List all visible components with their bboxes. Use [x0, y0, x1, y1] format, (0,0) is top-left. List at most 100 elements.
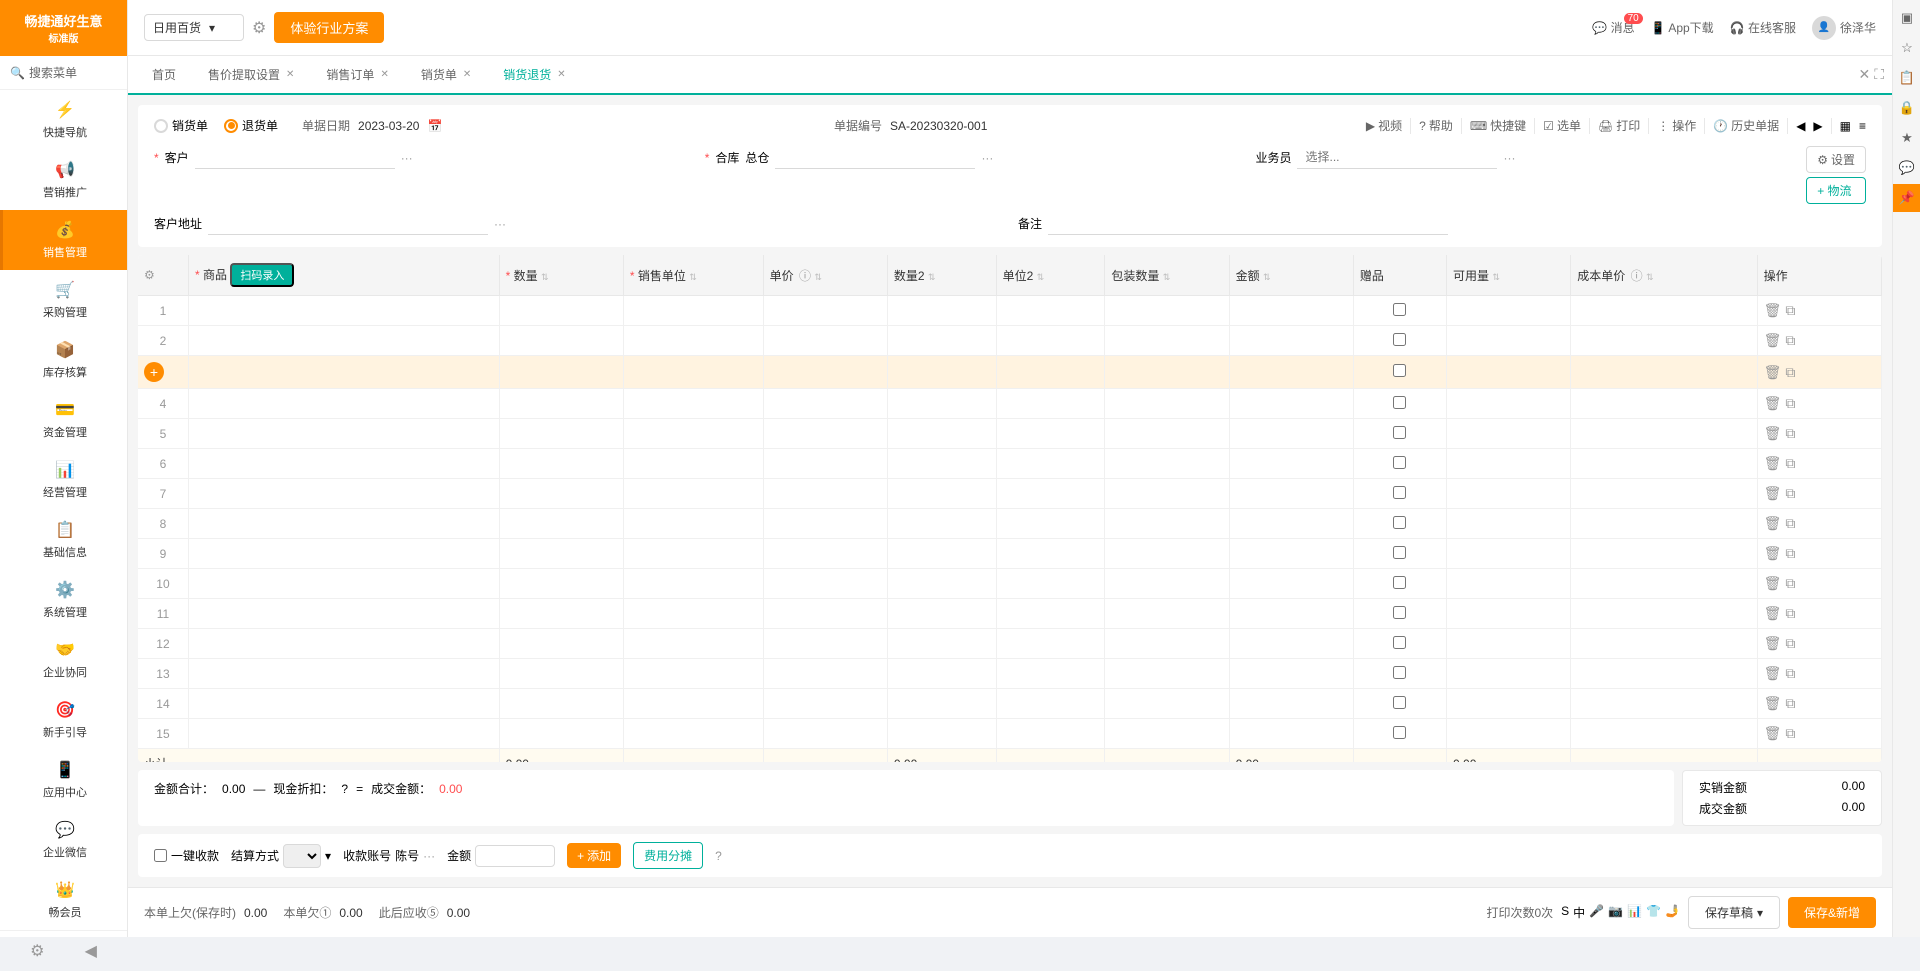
- taskbar-icon-5[interactable]: 📊: [1627, 904, 1642, 921]
- column-gear-icon[interactable]: ⚙: [144, 268, 155, 282]
- customer-select-btn[interactable]: ···: [401, 151, 413, 165]
- sidebar-search[interactable]: 🔍 搜索菜单: [0, 56, 127, 90]
- delete-btn-15[interactable]: 🗑: [1764, 725, 1782, 742]
- copy-btn-9[interactable]: ⧉: [1785, 545, 1795, 562]
- sidebar-item-marketing[interactable]: 📢 营销推广: [0, 150, 127, 210]
- copy-btn-6[interactable]: ⧉: [1785, 455, 1795, 472]
- next-record-icon[interactable]: ▶: [1813, 119, 1822, 133]
- sidebar-item-member[interactable]: 👑 畅会员: [0, 870, 127, 930]
- warehouse-select-btn[interactable]: ···: [981, 151, 993, 165]
- product-cell-3[interactable]: [188, 356, 499, 389]
- note-input[interactable]: [1048, 212, 1448, 235]
- product-cell-2[interactable]: [188, 326, 499, 356]
- industry-selector[interactable]: 日用百货 ▾: [144, 14, 244, 41]
- prev-record-icon[interactable]: ◀: [1796, 119, 1805, 133]
- method-select[interactable]: [283, 844, 321, 868]
- amount-sort-icon[interactable]: ⇅: [1263, 272, 1271, 282]
- sidebar-item-sales[interactable]: 💰 销售管理: [0, 210, 127, 270]
- tab-maximize-icon[interactable]: ⛶: [1874, 66, 1884, 83]
- one-key-checkbox[interactable]: [154, 849, 167, 862]
- taskbar-icon-6[interactable]: 👕: [1646, 904, 1661, 921]
- taskbar-icon-3[interactable]: 🎤: [1589, 904, 1604, 921]
- address-input[interactable]: [208, 212, 488, 235]
- unit-cell-1[interactable]: [623, 296, 763, 326]
- gift-checkbox-8[interactable]: [1393, 516, 1406, 529]
- logistics-btn[interactable]: + 物流: [1806, 177, 1866, 204]
- taskbar-icon-1[interactable]: S: [1561, 904, 1569, 921]
- save-new-btn[interactable]: 保存&新增: [1788, 897, 1876, 928]
- amount-cell-3[interactable]: [1229, 356, 1353, 389]
- grid-view-icon[interactable]: ▦: [1840, 119, 1851, 133]
- gift-checkbox-14[interactable]: [1393, 696, 1406, 709]
- payment-amount-input[interactable]: [475, 845, 555, 867]
- pack-cell-1[interactable]: [1105, 296, 1229, 326]
- gift-checkbox-7[interactable]: [1393, 486, 1406, 499]
- radio-sale[interactable]: 销货单: [154, 117, 208, 134]
- delete-btn-14[interactable]: 🗑: [1764, 695, 1782, 712]
- save-draft-btn[interactable]: 保存草稿 ▾: [1688, 896, 1780, 929]
- sidebar-item-apps[interactable]: 📱 应用中心: [0, 750, 127, 810]
- copy-btn-12[interactable]: ⧉: [1785, 635, 1795, 652]
- delete-btn-2[interactable]: 🗑: [1764, 332, 1782, 349]
- sidebar-item-guide[interactable]: 🎯 新手引导: [0, 690, 127, 750]
- sidebar-item-purchase[interactable]: 🛒 采购管理: [0, 270, 127, 330]
- copy-btn-1[interactable]: ⧉: [1785, 302, 1795, 319]
- user-profile[interactable]: 👤 徐泽华: [1812, 16, 1876, 40]
- delete-btn-11[interactable]: 🗑: [1764, 605, 1782, 622]
- settings-btn[interactable]: ⚙ 设置: [1806, 146, 1866, 173]
- gift-checkbox-10[interactable]: [1393, 576, 1406, 589]
- copy-btn-5[interactable]: ⧉: [1785, 425, 1795, 442]
- copy-btn-14[interactable]: ⧉: [1785, 695, 1795, 712]
- qty2-cell-1[interactable]: [887, 296, 996, 326]
- pack-cell-2[interactable]: [1105, 326, 1229, 356]
- price-info-icon[interactable]: ⓘ: [799, 269, 811, 283]
- copy-btn-2[interactable]: ⧉: [1785, 332, 1795, 349]
- rs-btn-1[interactable]: ▣: [1893, 4, 1920, 32]
- gift-checkbox-2[interactable]: [1393, 333, 1406, 346]
- qty-cell-2[interactable]: [499, 326, 623, 356]
- rs-btn-5[interactable]: ★: [1893, 124, 1920, 152]
- split-btn[interactable]: 费用分摊: [633, 842, 703, 869]
- price-cell-3[interactable]: [763, 356, 887, 389]
- product-input-3[interactable]: [195, 365, 493, 379]
- copy-btn-8[interactable]: ⧉: [1785, 515, 1795, 532]
- delete-btn-1[interactable]: 🗑: [1764, 302, 1782, 319]
- cost-cell-1[interactable]: [1571, 296, 1757, 326]
- taskbar-icon-7[interactable]: 🤳: [1665, 904, 1680, 921]
- print-btn[interactable]: 🖨 打印: [1598, 117, 1640, 134]
- delete-btn-9[interactable]: 🗑: [1764, 545, 1782, 562]
- unit2-cell-2[interactable]: [996, 326, 1105, 356]
- sidebar-item-enterprise[interactable]: 🤝 企业协同: [0, 630, 127, 690]
- price-cell-2[interactable]: [763, 326, 887, 356]
- tab-return-close[interactable]: ✕: [557, 69, 565, 80]
- sidebar-item-system[interactable]: ⚙️ 系统管理: [0, 570, 127, 630]
- unit-sort-icon[interactable]: ⇅: [689, 272, 697, 282]
- gift-checkbox-6[interactable]: [1393, 456, 1406, 469]
- taskbar-icon-2[interactable]: 中: [1573, 904, 1585, 921]
- shortcut-btn[interactable]: ⌨ 快捷键: [1470, 117, 1526, 134]
- rs-btn-7[interactable]: 📌: [1893, 184, 1920, 212]
- rs-btn-6[interactable]: 💬: [1893, 154, 1920, 182]
- tab-sale[interactable]: 销货单 ✕: [405, 56, 487, 95]
- copy-btn-7[interactable]: ⧉: [1785, 485, 1795, 502]
- unit2-cell-1[interactable]: [996, 296, 1105, 326]
- sidebar-collapse-btn[interactable]: ◀: [85, 941, 97, 961]
- qty2-cell-2[interactable]: [887, 326, 996, 356]
- rs-btn-4[interactable]: 🔒: [1893, 94, 1920, 122]
- qty2-cell-3[interactable]: [887, 356, 996, 389]
- sidebar-settings-btn[interactable]: ⚙: [30, 941, 44, 961]
- tab-return[interactable]: 销货退货 ✕: [487, 56, 581, 95]
- calc-help-icon[interactable]: ?: [341, 782, 348, 796]
- unit-cell-2[interactable]: [623, 326, 763, 356]
- qty-cell-3[interactable]: [499, 356, 623, 389]
- video-btn[interactable]: ▶ 视频: [1366, 117, 1402, 134]
- sidebar-item-basic[interactable]: 📋 基础信息: [0, 510, 127, 570]
- copy-btn-15[interactable]: ⧉: [1785, 725, 1795, 742]
- select-btn[interactable]: ☑ 选单: [1543, 117, 1581, 134]
- online-service-link[interactable]: 🎧 在线客服: [1730, 19, 1796, 36]
- pack-cell-3[interactable]: [1105, 356, 1229, 389]
- gift-checkbox-4[interactable]: [1393, 396, 1406, 409]
- cost-price-info-icon[interactable]: ⓘ: [1631, 269, 1643, 283]
- staff-select-btn[interactable]: ···: [1503, 151, 1515, 165]
- add-row-btn[interactable]: +: [144, 362, 164, 382]
